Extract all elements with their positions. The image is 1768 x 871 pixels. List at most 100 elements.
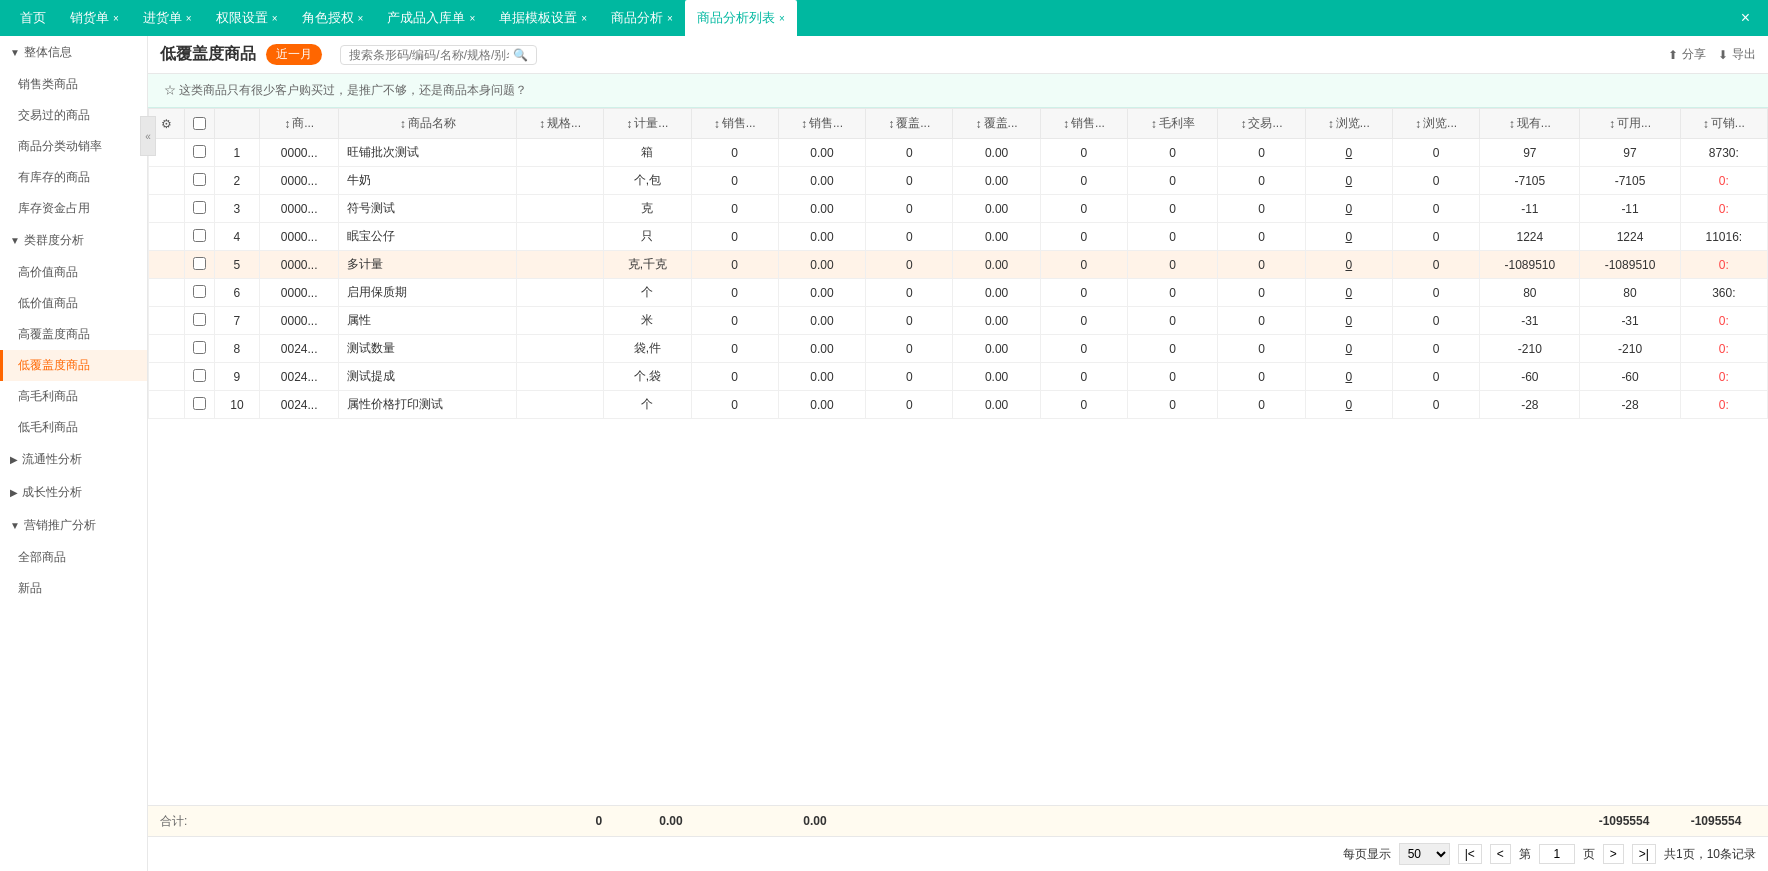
browse2-cell: 0: [1392, 391, 1479, 419]
settings-cell: [149, 195, 185, 223]
sidebar-item-all-goods[interactable]: 全部商品: [0, 542, 147, 573]
settings-cell: [149, 167, 185, 195]
trade-column-header[interactable]: ↕ 交易...: [1218, 109, 1305, 139]
row-checkbox[interactable]: [193, 313, 206, 326]
search-icon[interactable]: 🔍: [513, 48, 528, 62]
stock2-column-header[interactable]: ↕ 可用...: [1580, 109, 1680, 139]
sidebar-item-high-coverage[interactable]: 高覆盖度商品: [0, 319, 147, 350]
search-input[interactable]: [349, 48, 509, 62]
browse1-cell[interactable]: 0: [1305, 363, 1392, 391]
stock1-cell: -28: [1480, 391, 1580, 419]
browse1-cell[interactable]: 0: [1305, 335, 1392, 363]
per-page-select[interactable]: 50 20 100: [1399, 843, 1450, 865]
stock1-column-header[interactable]: ↕ 现有...: [1480, 109, 1580, 139]
nav-home[interactable]: 首页: [8, 0, 58, 36]
profit-column-header[interactable]: ↕ 毛利率: [1128, 109, 1218, 139]
sidebar-section-cluster[interactable]: ▼ 类群度分析: [0, 224, 147, 257]
first-page-button[interactable]: |<: [1458, 844, 1482, 864]
spec-cell: [516, 391, 603, 419]
cover1-column-header[interactable]: ↕ 覆盖...: [866, 109, 953, 139]
share-button[interactable]: ⬆ 分享: [1668, 46, 1706, 63]
nav-purchase[interactable]: 进货单 ×: [131, 0, 204, 36]
browse1-cell[interactable]: 0: [1305, 167, 1392, 195]
spec-column-header[interactable]: ↕ 规格...: [516, 109, 603, 139]
sales2-column-header[interactable]: ↕ 销售...: [778, 109, 865, 139]
name-column-header[interactable]: ↕ 商品名称: [339, 109, 517, 139]
sidebar-section-flow[interactable]: ▶ 流通性分析: [0, 443, 147, 476]
sidebar-item-low-profit[interactable]: 低毛利商品: [0, 412, 147, 443]
top-navigation: 首页 销货单 × 进货单 × 权限设置 × 角色授权 × 产成品入库单 × 单据…: [0, 0, 1768, 36]
spec-cell: [516, 307, 603, 335]
code-column-header[interactable]: ↕ 商...: [259, 109, 338, 139]
sidebar-item-traded-goods[interactable]: 交易过的商品: [0, 100, 147, 131]
stock2-cell: -7105: [1580, 167, 1680, 195]
row-checkbox[interactable]: [193, 369, 206, 382]
cover2-column-header[interactable]: ↕ 覆盖...: [953, 109, 1040, 139]
browse1-cell[interactable]: 0: [1305, 391, 1392, 419]
nav-permission[interactable]: 权限设置 ×: [204, 0, 290, 36]
unit-column-header[interactable]: ↕ 计量...: [604, 109, 691, 139]
browse2-column-header[interactable]: ↕ 浏览...: [1392, 109, 1479, 139]
sidebar-section-growth[interactable]: ▶ 成长性分析: [0, 476, 147, 509]
num-cell: 3: [215, 195, 260, 223]
row-checkbox[interactable]: [193, 173, 206, 186]
table-row: 5 0000... 多计量 克,千克 0 0.00 0 0.00 0 0 0 0…: [149, 251, 1768, 279]
nav-product-analysis[interactable]: 商品分析 ×: [599, 0, 685, 36]
next-page-button[interactable]: >: [1603, 844, 1624, 864]
export-icon: ⬇: [1718, 48, 1728, 62]
table-row: 10 0024... 属性价格打印测试 个 0 0.00 0 0.00 0 0 …: [149, 391, 1768, 419]
stock1-cell: -31: [1480, 307, 1580, 335]
prev-page-button[interactable]: <: [1490, 844, 1511, 864]
num-cell: 10: [215, 391, 260, 419]
header-actions: ⬆ 分享 ⬇ 导出: [1668, 46, 1756, 63]
browse1-cell[interactable]: 0: [1305, 195, 1392, 223]
row-checkbox[interactable]: [193, 201, 206, 214]
sidebar-item-stocked-goods[interactable]: 有库存的商品: [0, 162, 147, 193]
browse1-cell[interactable]: 0: [1305, 251, 1392, 279]
row-checkbox[interactable]: [193, 341, 206, 354]
select-all-checkbox[interactable]: [193, 117, 206, 130]
sales1-cell: 0: [691, 139, 778, 167]
window-close-button[interactable]: ×: [1731, 9, 1760, 27]
sidebar-section-marketing[interactable]: ▼ 营销推广分析: [0, 509, 147, 542]
browse1-cell[interactable]: 0: [1305, 139, 1392, 167]
sidebar-item-new-goods[interactable]: 新品: [0, 573, 147, 604]
page-input[interactable]: [1539, 844, 1575, 864]
last-page-button[interactable]: >|: [1632, 844, 1656, 864]
name-cell: 旺铺批次测试: [339, 139, 517, 167]
sidebar-section-overview[interactable]: ▼ 整体信息: [0, 36, 147, 69]
sidebar-item-low-value[interactable]: 低价值商品: [0, 288, 147, 319]
row-checkbox[interactable]: [193, 229, 206, 242]
cover1-cell: 0: [866, 223, 953, 251]
row-checkbox[interactable]: [193, 285, 206, 298]
nav-product-storage[interactable]: 产成品入库单 ×: [375, 0, 487, 36]
time-filter-button[interactable]: 近一月: [266, 44, 322, 65]
row-checkbox[interactable]: [193, 257, 206, 270]
row-checkbox[interactable]: [193, 397, 206, 410]
cover1-cell: 0: [866, 391, 953, 419]
sidebar-collapse-button[interactable]: «: [140, 116, 156, 156]
cover2-cell: 0.00: [953, 279, 1040, 307]
sidebar-item-high-value[interactable]: 高价值商品: [0, 257, 147, 288]
sidebar-item-high-profit[interactable]: 高毛利商品: [0, 381, 147, 412]
sales3-column-header[interactable]: ↕ 销售...: [1040, 109, 1127, 139]
nav-template-settings[interactable]: 单据模板设置 ×: [487, 0, 599, 36]
nav-product-analysis-list[interactable]: 商品分析列表 ×: [685, 0, 797, 36]
nav-role[interactable]: 角色授权 ×: [290, 0, 376, 36]
sales2-cell: 0.00: [778, 167, 865, 195]
sidebar-item-category-rate[interactable]: 商品分类动销率: [0, 131, 147, 162]
browse1-cell[interactable]: 0: [1305, 307, 1392, 335]
row-checkbox[interactable]: [193, 145, 206, 158]
browse1-cell[interactable]: 0: [1305, 279, 1392, 307]
browse1-column-header[interactable]: ↕ 浏览...: [1305, 109, 1392, 139]
browse1-cell[interactable]: 0: [1305, 223, 1392, 251]
profit-cell: 0: [1128, 251, 1218, 279]
sales1-column-header[interactable]: ↕ 销售...: [691, 109, 778, 139]
sidebar-item-stock-funds[interactable]: 库存资金占用: [0, 193, 147, 224]
sidebar-item-sales-goods[interactable]: 销售类商品: [0, 69, 147, 100]
page-title: 低覆盖度商品: [160, 44, 256, 65]
available-column-header[interactable]: ↕ 可销...: [1680, 109, 1767, 139]
nav-sales[interactable]: 销货单 ×: [58, 0, 131, 36]
sidebar-item-low-coverage[interactable]: 低覆盖度商品: [0, 350, 147, 381]
export-button[interactable]: ⬇ 导出: [1718, 46, 1756, 63]
